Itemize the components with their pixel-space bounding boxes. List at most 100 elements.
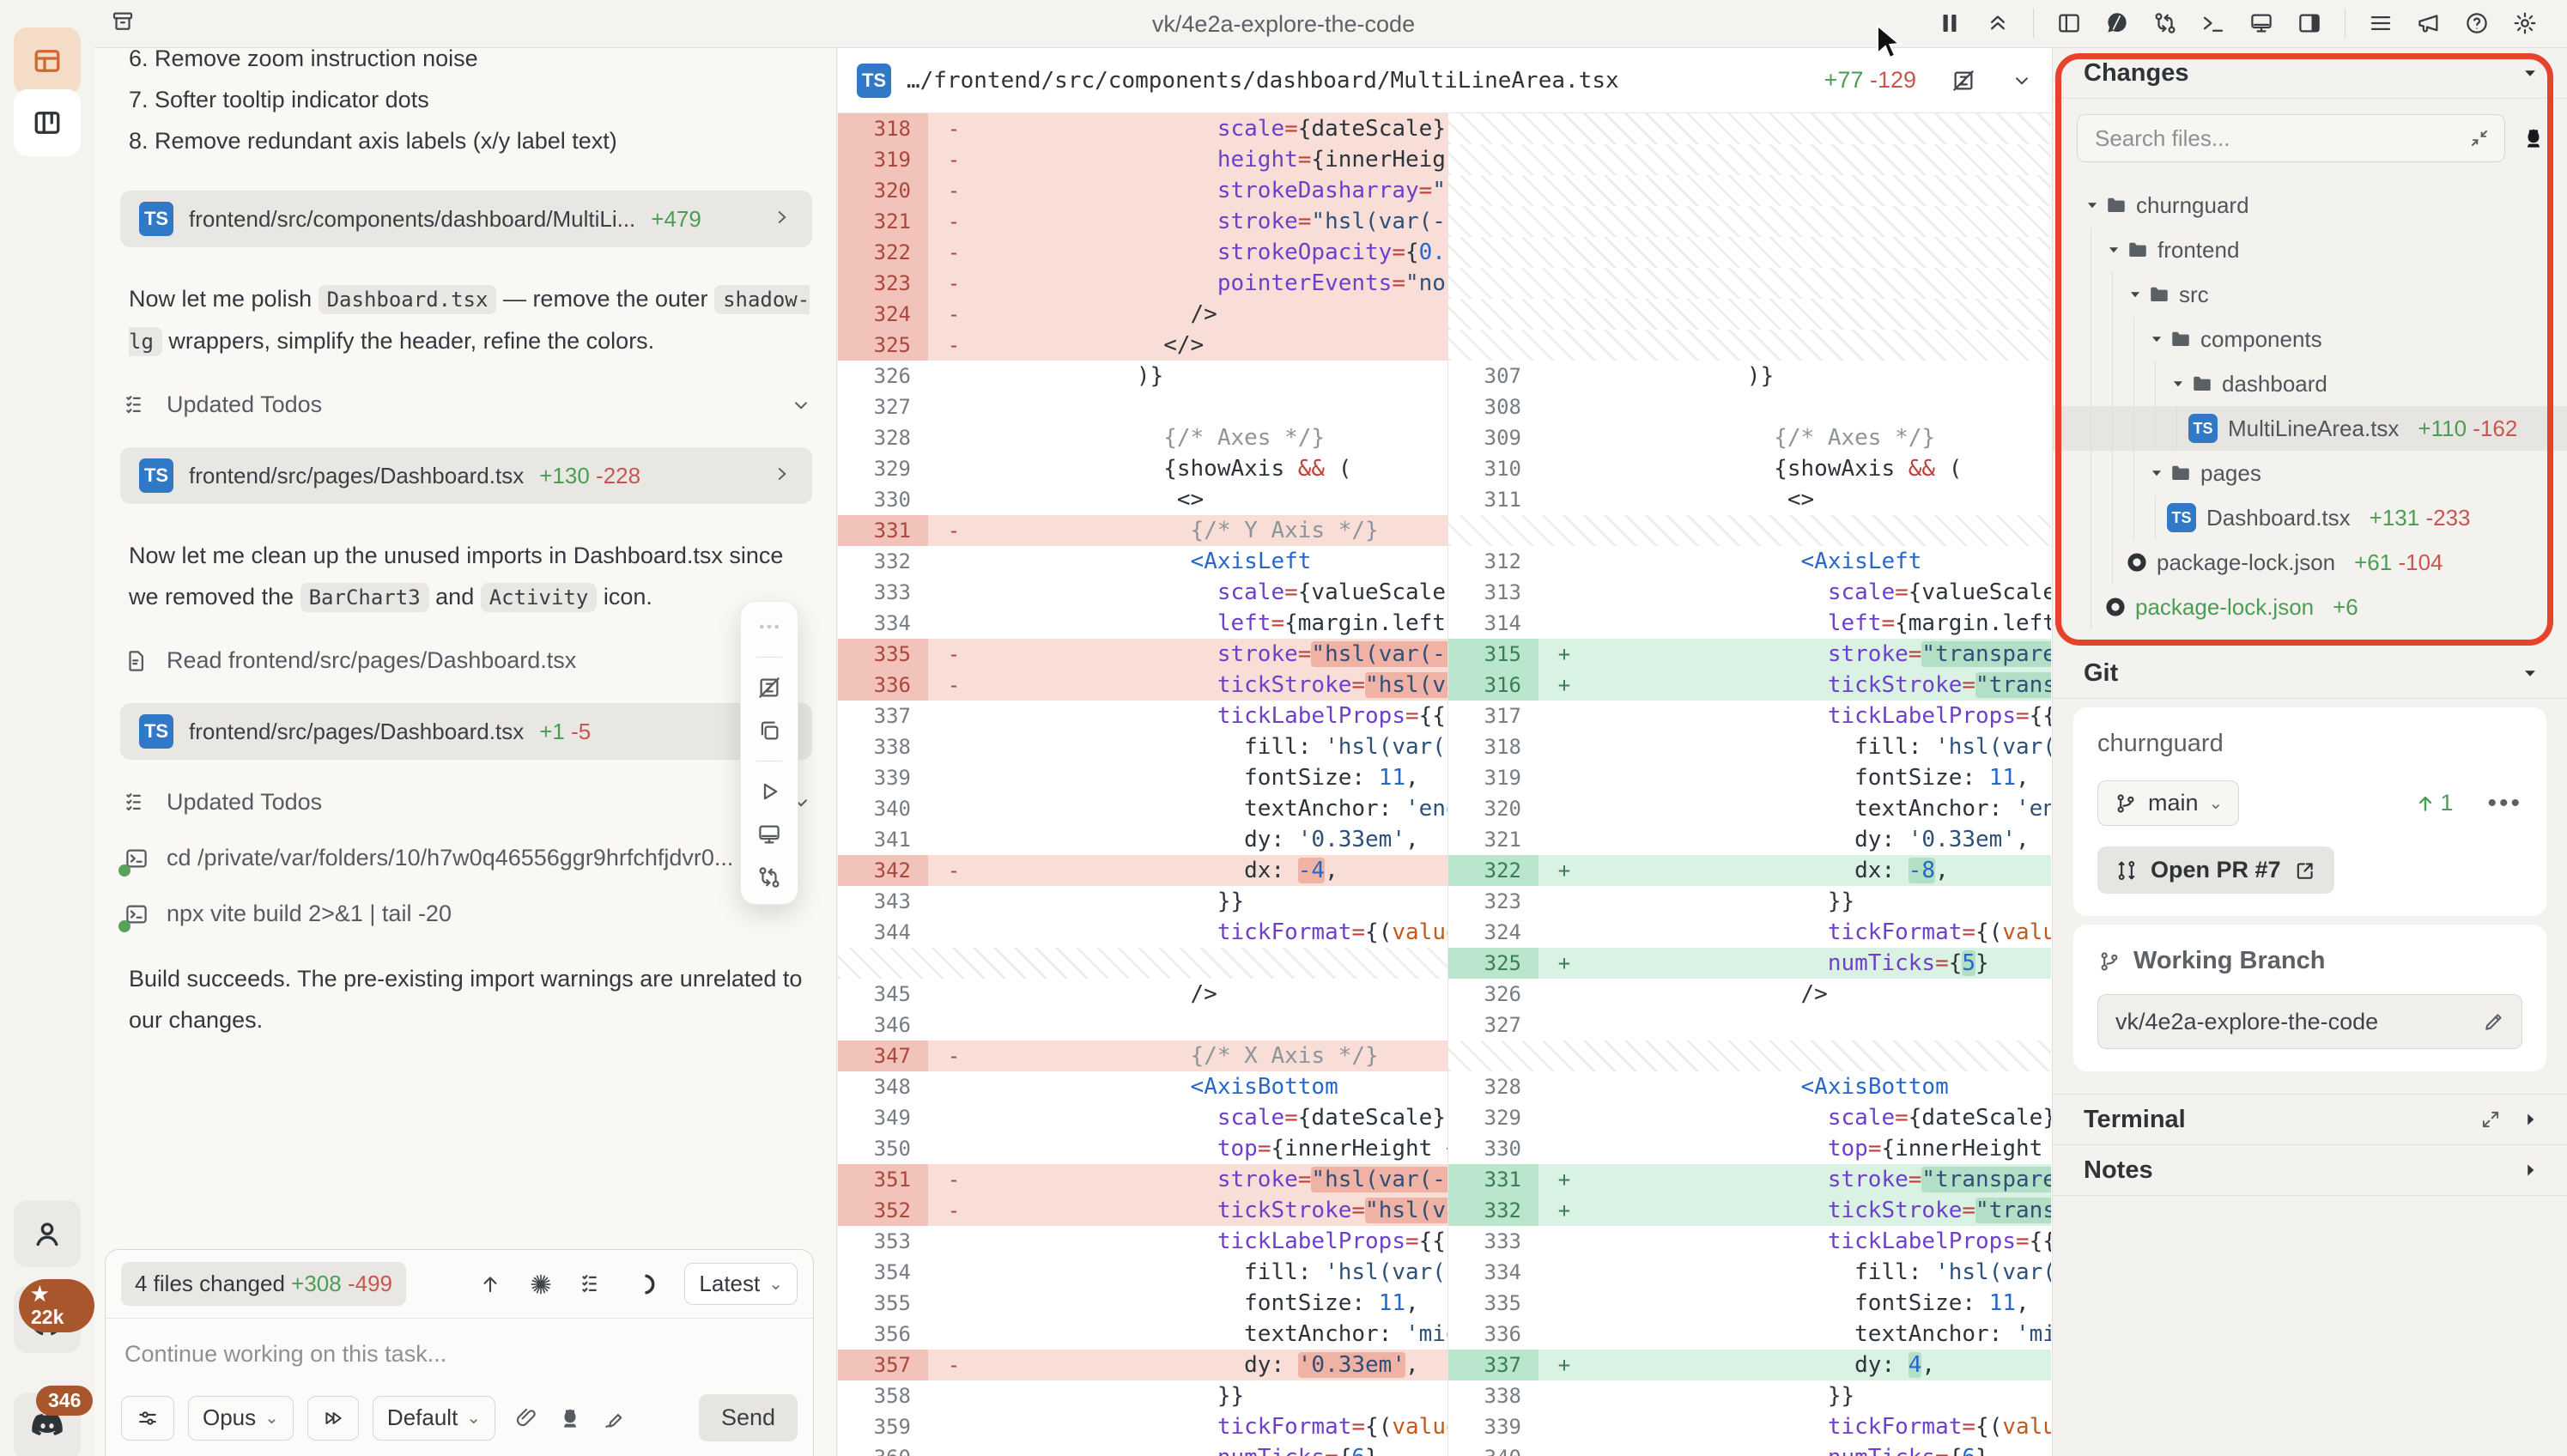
github-cat-icon[interactable] — [557, 1405, 583, 1431]
diff-right-cell[interactable]: 329 scale={dateScale} — [1448, 1102, 2051, 1133]
diff-left-cell[interactable]: 344 tickFormat={(value) — [838, 917, 1448, 948]
diff-right-cell[interactable]: 332+ tickStroke="transparent" — [1448, 1195, 2051, 1226]
collapse-tree-icon[interactable] — [2468, 127, 2491, 149]
diff-left-cell[interactable]: 328 {/* Axes */} — [838, 422, 1448, 453]
diff-right-cell[interactable]: 313 scale={valueScale} — [1448, 577, 2051, 608]
github-cat-icon[interactable] — [2521, 125, 2546, 151]
diff-left-cell[interactable]: 358 }} — [838, 1380, 1448, 1411]
diff-left-cell[interactable]: 324- /> — [838, 299, 1448, 330]
tree-caret-icon[interactable] — [2145, 330, 2168, 349]
diff-left-cell[interactable]: 352- tickStroke="hsl(var(--border))" — [838, 1195, 1448, 1226]
diff-right-cell[interactable]: 316+ tickStroke="transparent" — [1448, 670, 2051, 701]
tree-caret-icon[interactable] — [2167, 374, 2189, 393]
send-button[interactable]: Send — [699, 1394, 798, 1441]
diff-left-cell[interactable]: 336- tickStroke="hsl(var(--border))" — [838, 670, 1448, 701]
diff-left-cell[interactable]: 332 <AxisLeft — [838, 546, 1448, 577]
diff-right-cell[interactable]: 317 tickLabelProps={{ — [1448, 701, 2051, 731]
chevron-down-icon[interactable] — [790, 394, 812, 416]
terminal-icon[interactable] — [2200, 10, 2226, 36]
diff-left-cell[interactable]: 342- dx: -4, — [838, 855, 1448, 886]
diff-left-cell[interactable]: 359 tickFormat={(value) — [838, 1411, 1448, 1442]
terminal-command-row[interactable]: npx vite build 2>&1 | tail -20 — [124, 901, 812, 927]
diff-left-cell[interactable]: 353 tickLabelProps={{ — [838, 1226, 1448, 1257]
diff-left-cell[interactable]: 327 — [838, 391, 1448, 422]
files-changed-pill[interactable]: 4 files changed +308 -499 — [121, 1262, 406, 1306]
diff-left-cell[interactable]: 330 <> — [838, 484, 1448, 515]
diff-right-cell[interactable]: 307 )} — [1448, 361, 2051, 391]
diff-left-cell[interactable]: 325- </> — [838, 330, 1448, 361]
tree-item-frontend[interactable]: frontend — [2053, 228, 2567, 272]
diff-left-cell[interactable]: 343 }} — [838, 886, 1448, 917]
open-terminal-icon[interactable] — [2519, 1108, 2541, 1131]
attach-icon[interactable] — [514, 1406, 538, 1430]
diff-left-cell[interactable]: 339 fontSize: 11, — [838, 762, 1448, 793]
diff-right-cell[interactable]: 331+ stroke="transparent" — [1448, 1164, 2051, 1195]
latest-dropdown[interactable]: Latest⌄ — [684, 1263, 798, 1305]
diff-right-cell[interactable]: 334 fill: 'hsl(var(--muted-foreground))' — [1448, 1257, 2051, 1288]
diff-left-cell[interactable]: 348 <AxisBottom — [838, 1071, 1448, 1102]
commits-ahead-badge[interactable]: 1 — [2414, 790, 2453, 816]
collapse-git-icon[interactable] — [2519, 662, 2541, 684]
open-pr-button[interactable]: Open PR #7 — [2097, 846, 2334, 894]
chat-bubble-icon[interactable] — [2104, 10, 2130, 36]
tree-item-dashboard[interactable]: dashboard — [2053, 361, 2567, 406]
diff-left-cell[interactable]: 354 fill: 'hsl(var(--muted-foreground))' — [838, 1257, 1448, 1288]
notes-section-header[interactable]: Notes — [2053, 1145, 2567, 1195]
diff-left-cell[interactable]: 347- {/* X Axis */} — [838, 1040, 1448, 1071]
read-file-row[interactable]: Read frontend/src/pages/Dashboard.tsx — [124, 647, 812, 674]
panel-left-icon[interactable] — [2056, 10, 2082, 36]
help-icon[interactable] — [2464, 10, 2490, 36]
menu-icon[interactable] — [2368, 10, 2394, 36]
diff-left-cell[interactable]: 355 fontSize: 11, — [838, 1288, 1448, 1319]
tree-caret-icon[interactable] — [2103, 240, 2125, 259]
diff-left-cell[interactable]: 337 tickLabelProps={{ — [838, 701, 1448, 731]
diff-right-cell[interactable]: 330 top={innerHeight + margin.top} — [1448, 1133, 2051, 1164]
diff-right-cell[interactable]: 310 {showAxis && ( — [1448, 453, 2051, 484]
git-compare-icon[interactable] — [756, 864, 782, 890]
rail-item-layout-icon[interactable] — [14, 27, 81, 94]
diff-left-cell[interactable]: 321- stroke="hsl(var(--border))" — [838, 206, 1448, 237]
tree-item-package-lock.json[interactable]: package-lock.json+6 — [2053, 585, 2567, 629]
terminal-command-row[interactable]: cd /private/var/folders/10/h7w0q46556ggr… — [124, 845, 812, 871]
diff-left-cell[interactable]: 356 textAnchor: 'middle', — [838, 1319, 1448, 1350]
diff-right-cell[interactable]: 322+ dx: -8, — [1448, 855, 2051, 886]
megaphone-icon[interactable] — [2416, 10, 2442, 36]
diff-left-cell[interactable]: 351- stroke="hsl(var(--border))" — [838, 1164, 1448, 1195]
tree-item-src[interactable]: src — [2053, 272, 2567, 317]
diff-left-cell[interactable]: 322- strokeOpacity={0.2} — [838, 237, 1448, 268]
diff-right-cell[interactable]: 328 <AxisBottom — [1448, 1071, 2051, 1102]
diff-right-cell[interactable]: 339 tickFormat={(value) — [1448, 1411, 2051, 1442]
diff-left-cell[interactable]: 349 scale={dateScale} — [838, 1102, 1448, 1133]
tree-caret-icon[interactable] — [2124, 285, 2146, 304]
diff-right-cell[interactable]: 318 fill: 'hsl(var(--muted-foreground))' — [1448, 731, 2051, 762]
tree-item-MultiLineArea.tsx[interactable]: TSMultiLineArea.tsx+110 -162 — [2053, 406, 2567, 451]
file-change-chip[interactable]: TSfrontend/src/pages/Dashboard.tsx+1 -5 — [120, 703, 812, 760]
todo-list-icon[interactable] — [580, 1271, 605, 1297]
diff-left-cell[interactable]: 350 top={innerHeight + margin.top} — [838, 1133, 1448, 1164]
diff-right-cell[interactable]: 325+ numTicks={5} — [1448, 948, 2051, 979]
pause-icon[interactable] — [1937, 10, 1963, 36]
diff-right-cell[interactable]: 337+ dy: 4, — [1448, 1350, 2051, 1380]
monitor-icon[interactable] — [756, 822, 782, 847]
working-branch-field[interactable]: vk/4e2a-explore-the-code — [2097, 994, 2522, 1049]
search-files-input[interactable]: Search files... — [2077, 114, 2505, 162]
diff-right-cell[interactable]: 312 <AxisLeft — [1448, 546, 2051, 577]
panel-right-icon[interactable] — [2297, 10, 2322, 36]
zdiff-icon[interactable] — [756, 675, 782, 701]
collapse-changes-icon[interactable] — [2519, 62, 2541, 84]
play-icon[interactable] — [756, 779, 782, 804]
expand-terminal-icon[interactable] — [2479, 1108, 2502, 1131]
diff-right-cell[interactable]: 333 tickLabelProps={{ — [1448, 1226, 2051, 1257]
diff-view-icon[interactable] — [1951, 68, 1976, 94]
rail-item-person-icon[interactable] — [14, 1200, 81, 1267]
diff-left-cell[interactable]: 357- dy: '0.33em', — [838, 1350, 1448, 1380]
edit-branch-icon[interactable] — [2482, 1010, 2506, 1034]
collapse-diff-icon[interactable] — [2011, 70, 2033, 92]
diff-right-cell[interactable]: 338 }} — [1448, 1380, 2051, 1411]
diff-right-cell[interactable]: 326 /> — [1448, 979, 2051, 1010]
diff-right-cell[interactable]: 323 }} — [1448, 886, 2051, 917]
diff-header[interactable]: TS …/frontend/src/components/dashboard/M… — [838, 48, 2052, 113]
rail-item-kanban-icon[interactable] — [14, 89, 81, 156]
diff-left-cell[interactable]: 326 )} — [838, 361, 1448, 391]
diff-right-cell[interactable]: 335 fontSize: 11, — [1448, 1288, 2051, 1319]
